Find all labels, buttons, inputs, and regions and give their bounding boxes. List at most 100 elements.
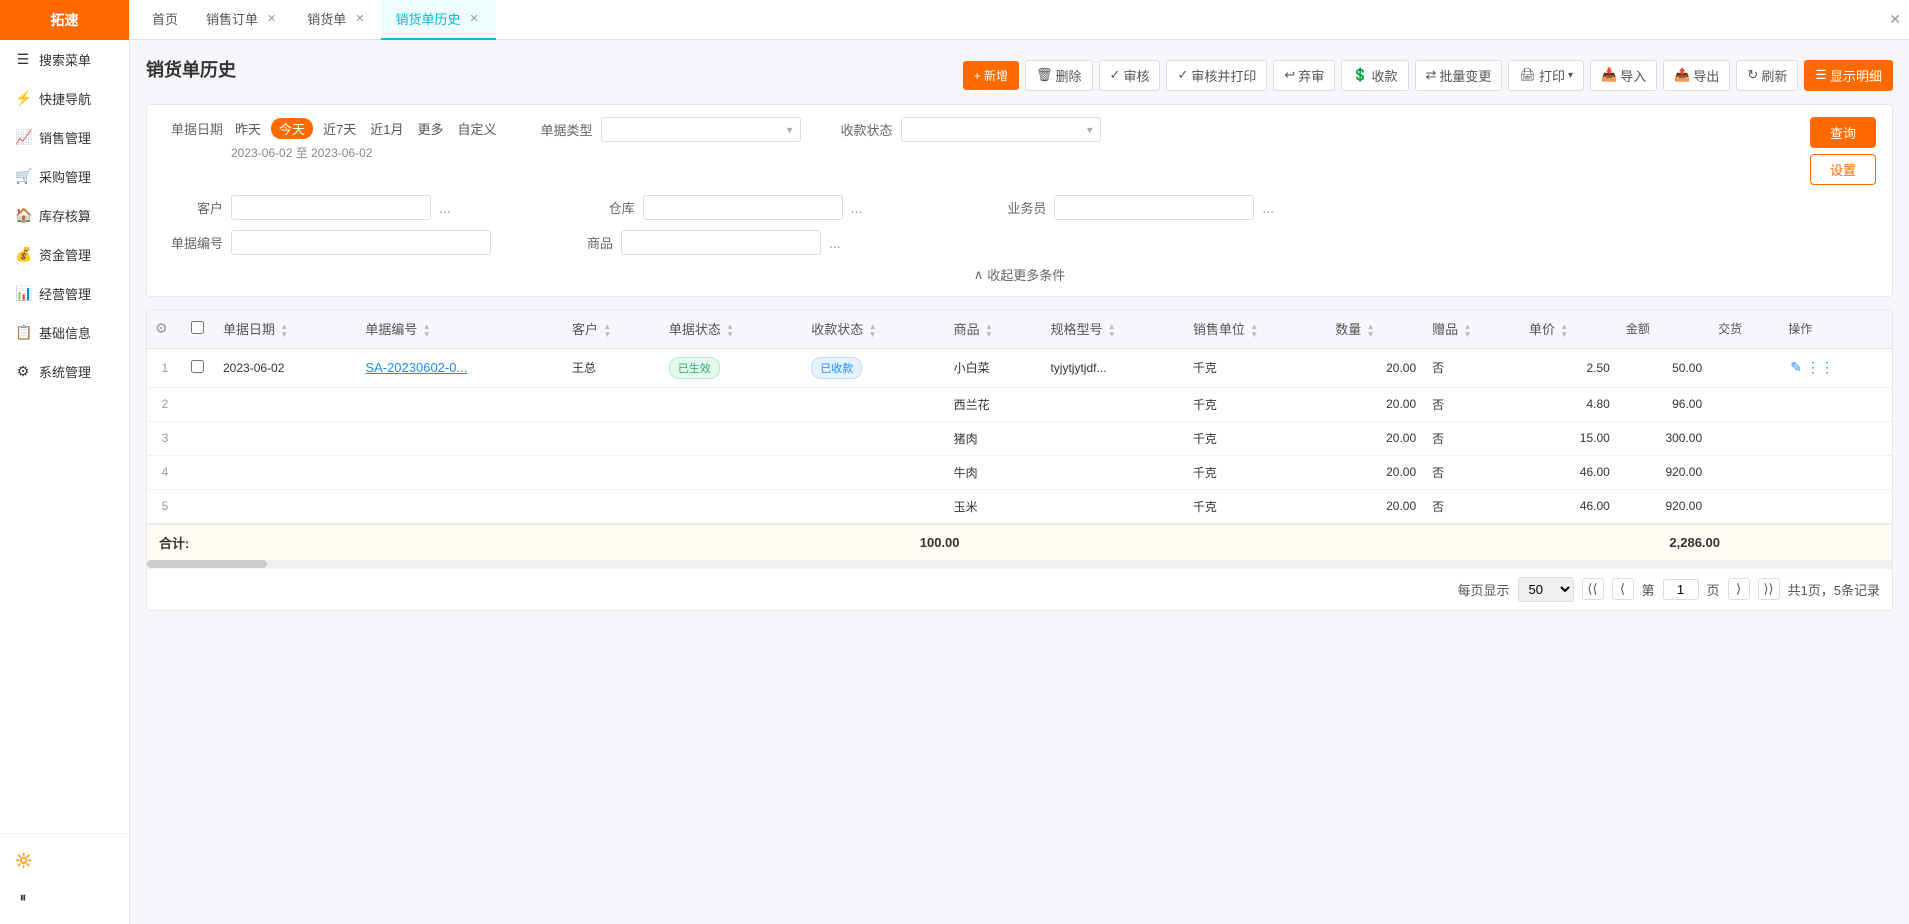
import-button[interactable]: 📥 导入 <box>1590 60 1657 91</box>
sidebar-item-purchase[interactable]: 🛒 采购管理 <box>0 157 129 196</box>
shortcut-1month[interactable]: 近1月 <box>366 117 407 140</box>
sidebar-item-sales[interactable]: 📈 销售管理 <box>0 118 129 157</box>
row-doc-no <box>357 489 564 523</box>
table-scroll-thumb[interactable] <box>147 560 267 568</box>
tab-sales-delivery[interactable]: 销货单 ✕ <box>293 0 381 40</box>
sidebar-item-operations[interactable]: 📊 经营管理 <box>0 274 129 313</box>
sidebar-item-finance[interactable]: 💰 资金管理 <box>0 235 129 274</box>
shortcut-more[interactable]: 更多 <box>414 117 448 140</box>
customer-more[interactable]: ... <box>439 200 451 216</box>
col-price[interactable]: 单价 ▲▼ <box>1521 310 1618 348</box>
window-close-btn[interactable]: ✕ <box>1889 11 1901 28</box>
new-button[interactable]: + 新增 <box>963 61 1019 90</box>
tab-sales-history-close[interactable]: ✕ <box>467 11 482 26</box>
col-customer[interactable]: 客户 ▲▼ <box>564 310 661 348</box>
shortcut-yesterday[interactable]: 昨天 <box>231 117 265 140</box>
edit-op-btn[interactable]: ✎ <box>1788 359 1804 375</box>
data-table: ⚙ 单据日期 ▲▼ 单据编号 ▲▼ <box>146 309 1893 611</box>
sidebar-bottom-item-2[interactable]: ⏸ <box>0 879 129 916</box>
doc-no-link[interactable]: SA-20230602-0... <box>365 360 467 375</box>
delete-button[interactable]: 🗑 删除 <box>1025 60 1093 91</box>
audit-button[interactable]: ✓ 审核 <box>1099 60 1161 91</box>
refresh-button[interactable]: ↻ 刷新 <box>1736 60 1798 91</box>
col-collect-status[interactable]: 收款状态 ▲▼ <box>803 310 945 348</box>
collect-status-field: 收款状态 <box>833 117 1101 142</box>
salesperson-more[interactable]: ... <box>1262 200 1274 216</box>
set-button[interactable]: 设置 <box>1810 154 1876 185</box>
batch-change-button[interactable]: ⇄ 批量变更 <box>1415 60 1503 91</box>
collect-status-select[interactable] <box>901 117 1101 142</box>
search-menu-icon: ☰ <box>15 51 31 68</box>
row-qty: 20.00 <box>1327 387 1424 421</box>
last-page-btn[interactable]: ⟩⟩ <box>1758 578 1780 600</box>
inventory-icon: 🏠 <box>15 207 31 224</box>
doc-type-select[interactable] <box>601 117 801 142</box>
export-button[interactable]: 📤 导出 <box>1663 60 1730 91</box>
row-gift: 否 <box>1424 387 1521 421</box>
first-page-btn[interactable]: ⟨⟨ <box>1582 578 1604 600</box>
toolbar: + 新增 🗑 删除 ✓ 审核 ✓ 审核并打印 ↩ 弃审 <box>963 60 1893 91</box>
salesperson-field: 业务员 ... <box>986 195 1274 220</box>
page-number-input[interactable] <box>1663 579 1699 600</box>
total-label: 合计: <box>159 533 219 552</box>
shortcut-7days[interactable]: 近7天 <box>319 117 360 140</box>
shortcut-custom[interactable]: 自定义 <box>454 117 501 140</box>
product-input[interactable] <box>621 230 821 255</box>
sort-doc-status-icon: ▲▼ <box>726 323 734 339</box>
table-settings-icon[interactable]: ⚙ <box>155 320 168 336</box>
select-all-checkbox[interactable] <box>191 321 204 334</box>
row-collect-status <box>803 489 945 523</box>
sidebar-item-basic-info[interactable]: 📋 基础信息 <box>0 313 129 352</box>
salesperson-input[interactable] <box>1054 195 1254 220</box>
tab-sales-order[interactable]: 销售订单 ✕ <box>192 0 293 40</box>
product-more[interactable]: ... <box>829 235 841 251</box>
collapse-button[interactable]: ∧ 收起更多条件 <box>163 265 1876 284</box>
col-gift[interactable]: 赠品 ▲▼ <box>1424 310 1521 348</box>
per-page-select[interactable]: 50 100 200 <box>1518 577 1574 602</box>
col-doc-date[interactable]: 单据日期 ▲▼ <box>215 310 357 348</box>
next-page-btn[interactable]: ⟩ <box>1728 578 1750 600</box>
warehouse-input[interactable] <box>643 195 843 220</box>
sidebar-item-quick-nav[interactable]: ⚡ 快捷导航 <box>0 79 129 118</box>
warehouse-more[interactable]: ... <box>851 200 863 216</box>
row-spec <box>1042 489 1184 523</box>
collect-button[interactable]: 💲 收款 <box>1341 60 1408 91</box>
sort-product-icon: ▲▼ <box>985 323 993 339</box>
row-price: 46.00 <box>1521 489 1618 523</box>
shortcut-today[interactable]: 今天 <box>271 118 313 139</box>
page-end-label: 页 <box>1707 580 1720 599</box>
basic-info-icon: 📋 <box>15 324 31 341</box>
col-doc-status[interactable]: 单据状态 ▲▼ <box>661 310 803 348</box>
row-product: 牛肉 <box>946 455 1043 489</box>
tab-sales-delivery-close[interactable]: ✕ <box>352 11 367 26</box>
row-select-checkbox[interactable] <box>191 360 204 373</box>
sidebar-item-inventory[interactable]: 🏠 库存核算 <box>0 196 129 235</box>
total-info: 共1页，5条记录 <box>1788 580 1880 599</box>
table-scrollbar[interactable] <box>147 560 1892 568</box>
doc-no-input[interactable] <box>231 230 491 255</box>
abandon-button[interactable]: ↩ 弃审 <box>1273 60 1335 91</box>
col-product[interactable]: 商品 ▲▼ <box>946 310 1043 348</box>
sidebar-item-system[interactable]: ⚙ 系统管理 <box>0 352 129 391</box>
print-button[interactable]: 🖨 打印 ▾ <box>1508 60 1584 91</box>
col-unit[interactable]: 销售单位 ▲▼ <box>1185 310 1327 348</box>
col-doc-no[interactable]: 单据编号 ▲▼ <box>357 310 564 348</box>
row-num: 3 <box>147 421 183 455</box>
more-op-btn[interactable]: ⋮⋮ <box>1804 359 1836 375</box>
sort-doc-no-icon: ▲▼ <box>423 323 431 339</box>
sidebar-bottom-item-1[interactable]: 🔆 <box>0 842 129 879</box>
query-button[interactable]: 查询 <box>1810 117 1876 148</box>
col-spec[interactable]: 规格型号 ▲▼ <box>1042 310 1184 348</box>
customer-input[interactable] <box>231 195 431 220</box>
tab-sales-history[interactable]: 销货单历史 ✕ <box>381 0 495 40</box>
row-amount: 96.00 <box>1618 387 1710 421</box>
sidebar-item-search-menu[interactable]: ☰ 搜索菜单 <box>0 40 129 79</box>
col-qty[interactable]: 数量 ▲▼ <box>1327 310 1424 348</box>
prev-page-btn[interactable]: ⟨ <box>1612 578 1634 600</box>
tab-sales-order-close[interactable]: ✕ <box>264 11 279 26</box>
warehouse-field: 仓库 ... <box>575 195 863 220</box>
tab-home[interactable]: 首页 <box>138 0 192 40</box>
audit-print-button[interactable]: ✓ 审核并打印 <box>1166 60 1267 91</box>
brightness-icon: 🔆 <box>15 852 31 869</box>
show-detail-button[interactable]: ☰ 显示明细 <box>1804 60 1893 91</box>
